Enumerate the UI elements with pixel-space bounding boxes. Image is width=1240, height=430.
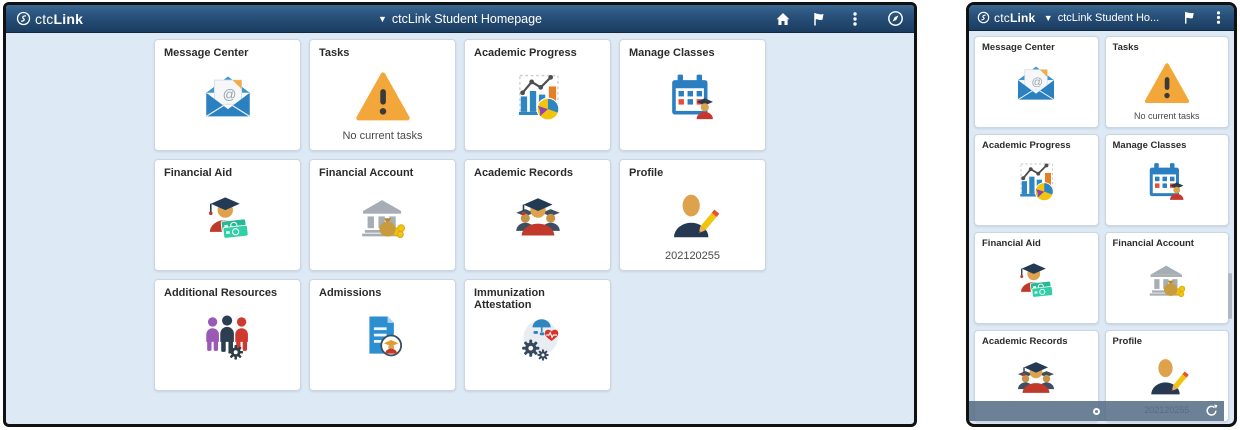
graduates-group-icon (1012, 354, 1060, 402)
ctclink-logo: ctcLink (16, 11, 83, 27)
application-document-icon (354, 308, 412, 366)
tile-label: Manage Classes (629, 47, 715, 59)
kebab-menu-icon[interactable] (847, 11, 863, 27)
tile-label: Financial Account (1112, 238, 1194, 249)
class-calendar-icon (664, 68, 722, 126)
tile-status-text: 202120255 (664, 250, 721, 262)
warning-triangle-icon (354, 68, 412, 126)
tile-status-text: No current tasks (342, 130, 423, 142)
warning-triangle-icon (1143, 60, 1191, 108)
chevron-down-icon: ▼ (377, 13, 387, 24)
graduate-money-icon (199, 188, 257, 246)
tile-manage-classes[interactable]: Manage Classes (619, 39, 766, 151)
app-header: ctcLink ▼ ctcLink Student Homepage (6, 5, 914, 33)
tile-tasks[interactable]: Tasks No current tasks (309, 39, 456, 151)
tile-academic-records[interactable]: Academic Records (464, 159, 611, 271)
tile-label: Manage Classes (1112, 140, 1187, 151)
bank-coins-icon (354, 188, 412, 246)
person-pencil-icon (664, 188, 722, 246)
tile-message-center[interactable]: Message Center (974, 36, 1099, 128)
tile-label: Academic Progress (474, 47, 577, 59)
bank-coins-icon (1143, 256, 1191, 304)
tile-additional-resources[interactable]: Additional Resources (154, 279, 301, 391)
tile-academic-progress[interactable]: Academic Progress (464, 39, 611, 151)
progress-chart-icon (1012, 158, 1060, 206)
person-pencil-icon (1143, 354, 1191, 402)
tile-admissions[interactable]: Admissions (309, 279, 456, 391)
tile-grid: Message Center Tasks No current tasks Ac… (154, 39, 766, 391)
tile-label: Profile (629, 167, 664, 179)
tile-academic-progress[interactable]: Academic Progress (974, 134, 1099, 226)
page-title-truncated: ctcLink Student Ho... (1057, 11, 1160, 24)
tile-label: Additional Resources (164, 287, 278, 299)
tile-tasks[interactable]: Tasks No current tasks (1104, 36, 1229, 128)
homepage-selector-dropdown[interactable]: ▼ ctcLink Student Homepage (378, 12, 542, 26)
home-icon[interactable] (775, 11, 791, 27)
graduates-group-icon (509, 188, 567, 246)
ctclink-logo: ctcLink (977, 11, 1035, 25)
tile-label: Financial Aid (164, 167, 233, 179)
page-title: ctcLink Student Homepage (391, 11, 543, 26)
tile-label: Message Center (982, 42, 1055, 53)
homepage-selector-dropdown[interactable]: ▼ ctcLink Student Ho... (1044, 12, 1159, 24)
tile-label: Profile (1112, 336, 1143, 347)
chevron-down-icon: ▼ (1043, 12, 1053, 23)
desktop-browser-frame: ctcLink ▼ ctcLink Student Homepage Messa… (3, 2, 917, 427)
tile-label: Tasks (319, 47, 350, 59)
app-header-mobile: ctcLink ▼ ctcLink Student Ho... (969, 5, 1234, 31)
tile-profile[interactable]: Profile 202120255 (619, 159, 766, 271)
mobile-bottom-bar (969, 401, 1224, 421)
message-envelope-icon (1012, 60, 1060, 108)
class-calendar-icon (1143, 158, 1191, 206)
tile-label: Academic Records (474, 167, 574, 179)
scrollbar-thumb[interactable] (1228, 273, 1232, 319)
tile-label: Academic Records (982, 336, 1068, 347)
kebab-menu-icon[interactable] (1211, 10, 1226, 25)
ctclink-logo-text: ctcLink (35, 10, 84, 27)
tile-financial-aid[interactable]: Financial Aid (154, 159, 301, 271)
tile-status-text: No current tasks (1133, 111, 1200, 121)
tile-manage-classes[interactable]: Manage Classes (1104, 134, 1229, 226)
tile-label: Financial Account (319, 167, 414, 179)
tile-label: Financial Aid (982, 238, 1041, 249)
tile-label: Academic Progress (982, 140, 1071, 151)
tile-financial-aid[interactable]: Financial Aid (974, 232, 1099, 324)
ctclink-logo-icon (977, 11, 990, 24)
tile-label: Admissions (319, 287, 382, 299)
page-indicator-dot[interactable] (1093, 407, 1100, 415)
graduate-money-icon (1012, 256, 1060, 304)
tile-label: Message Center (164, 47, 249, 59)
flag-icon[interactable] (811, 11, 827, 27)
tile-financial-account[interactable]: Financial Account (309, 159, 456, 271)
mobile-device-frame: ctcLink ▼ ctcLink Student Ho... Message … (966, 2, 1237, 427)
message-envelope-icon (199, 68, 257, 126)
flag-icon[interactable] (1182, 10, 1197, 25)
ctclink-logo-text: ctcLink (994, 10, 1036, 25)
tile-grid: Message Center Tasks No current tasks Ac… (969, 31, 1234, 424)
refresh-icon[interactable] (1204, 403, 1219, 418)
gears-health-icon (509, 308, 567, 366)
navbar-compass-icon[interactable] (887, 10, 904, 27)
ctclink-logo-icon (16, 11, 31, 26)
people-gear-icon (199, 308, 257, 366)
tile-label: Tasks (1112, 42, 1139, 53)
tile-financial-account[interactable]: Financial Account (1104, 232, 1229, 324)
progress-chart-icon (509, 68, 567, 126)
tile-immunization-attestation[interactable]: Immunization Attestation (464, 279, 611, 391)
tile-message-center[interactable]: Message Center (154, 39, 301, 151)
